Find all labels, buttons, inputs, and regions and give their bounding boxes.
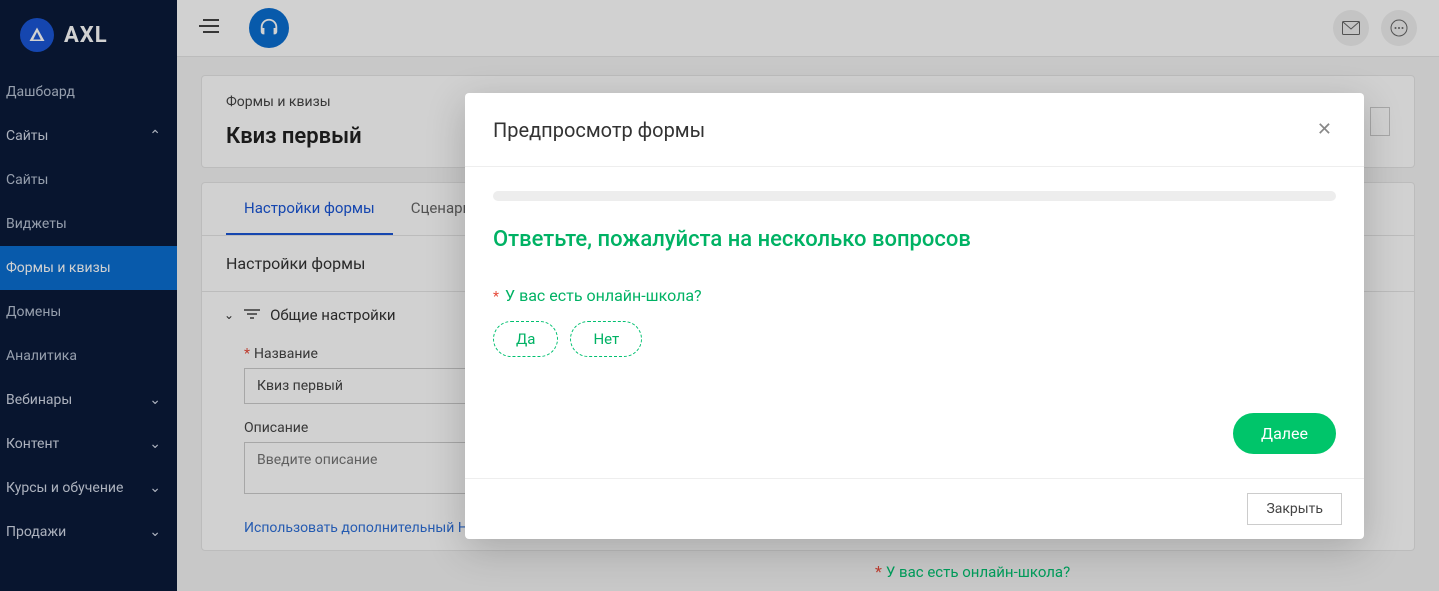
option-no-button[interactable]: Нет [570, 321, 642, 357]
option-yes-button[interactable]: Да [493, 321, 558, 357]
question-text: У вас есть онлайн-школа? [505, 286, 702, 305]
modal-footer: Закрыть [465, 478, 1364, 539]
next-button[interactable]: Далее [1233, 413, 1336, 454]
modal-title: Предпросмотр формы [493, 118, 705, 142]
preview-modal: Предпросмотр формы ✕ Ответьте, пожалуйст… [465, 93, 1364, 539]
next-row: Далее [493, 413, 1336, 454]
modal-header: Предпросмотр формы ✕ [465, 93, 1364, 167]
options: Да Нет [493, 321, 1336, 357]
progress-bar [493, 191, 1336, 201]
close-button[interactable]: Закрыть [1247, 493, 1342, 525]
quiz-heading: Ответьте, пожалуйста на несколько вопрос… [493, 227, 1336, 252]
required-star: * [493, 289, 499, 305]
question-row: * У вас есть онлайн-школа? [493, 286, 1336, 305]
close-icon[interactable]: ✕ [1313, 115, 1336, 144]
modal-body: Ответьте, пожалуйста на несколько вопрос… [465, 167, 1364, 478]
